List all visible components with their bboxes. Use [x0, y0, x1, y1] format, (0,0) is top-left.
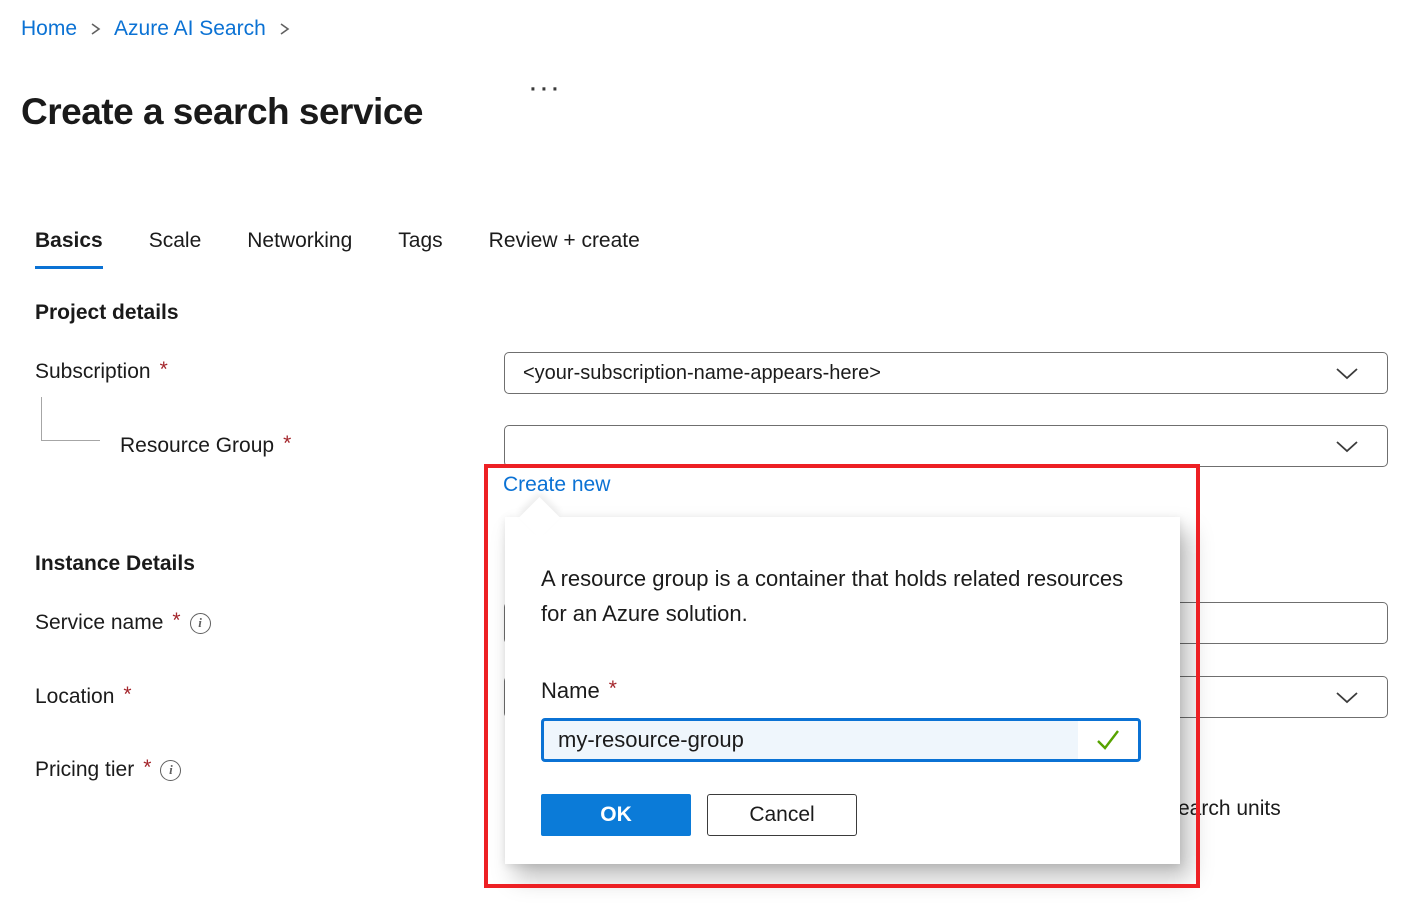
breadcrumb-link-home[interactable]: Home	[21, 17, 77, 41]
breadcrumb-chevron-icon	[89, 21, 102, 37]
tab-scale[interactable]: Scale	[149, 229, 202, 269]
chevron-down-icon	[1335, 439, 1369, 454]
popup-name-label-text: Name	[541, 678, 600, 704]
subscription-connector-line	[41, 440, 100, 441]
required-asterisk: *	[160, 358, 168, 382]
create-search-service-page: Home Azure AI Search Create a search ser…	[0, 0, 1414, 920]
required-asterisk: *	[283, 432, 291, 456]
more-options-button[interactable]: ···	[530, 78, 563, 102]
tab-bar: Basics Scale Networking Tags Review + cr…	[35, 229, 640, 269]
tab-basics[interactable]: Basics	[35, 229, 103, 269]
required-asterisk: *	[172, 609, 180, 633]
service-name-label-text: Service name	[35, 611, 163, 635]
ok-button[interactable]: OK	[541, 794, 691, 836]
tab-tags[interactable]: Tags	[398, 229, 442, 269]
breadcrumb: Home Azure AI Search	[21, 17, 291, 41]
info-icon[interactable]	[160, 760, 181, 781]
subscription-label: Subscription *	[35, 360, 168, 384]
resource-group-label-text: Resource Group	[120, 434, 274, 458]
subscription-connector-line	[41, 397, 42, 440]
location-label-text: Location	[35, 685, 114, 709]
resource-group-label: Resource Group *	[120, 434, 291, 458]
location-label: Location *	[35, 685, 132, 709]
info-icon[interactable]	[190, 613, 211, 634]
create-new-resource-group-popup: A resource group is a container that hol…	[505, 517, 1180, 864]
popup-description: A resource group is a container that hol…	[541, 561, 1126, 631]
chevron-down-icon	[1335, 690, 1369, 705]
resource-group-name-input[interactable]	[544, 721, 1078, 759]
subscription-label-text: Subscription	[35, 360, 151, 384]
resource-group-name-input-wrap	[541, 718, 1141, 762]
required-asterisk: *	[143, 756, 151, 780]
chevron-down-icon	[1335, 366, 1369, 381]
breadcrumb-chevron-icon	[278, 21, 291, 37]
pricing-tier-partial-text: earch units	[1178, 797, 1281, 821]
pricing-tier-label-text: Pricing tier	[35, 758, 134, 782]
breadcrumb-link-azure-ai-search[interactable]: Azure AI Search	[114, 17, 266, 41]
subscription-dropdown[interactable]: <your-subscription-name-appears-here>	[504, 352, 1388, 394]
instance-details-heading: Instance Details	[35, 552, 195, 576]
create-new-link[interactable]: Create new	[503, 473, 610, 497]
tab-networking[interactable]: Networking	[247, 229, 352, 269]
required-asterisk: *	[609, 677, 617, 701]
popup-button-row: OK Cancel	[541, 794, 1144, 836]
tab-review-create[interactable]: Review + create	[489, 229, 640, 269]
popup-name-label: Name *	[541, 678, 1144, 704]
subscription-dropdown-value: <your-subscription-name-appears-here>	[523, 362, 881, 385]
resource-group-dropdown[interactable]	[504, 425, 1388, 467]
page-title: Create a search service	[21, 91, 423, 133]
validation-checkmark-icon	[1078, 721, 1138, 759]
cancel-button[interactable]: Cancel	[707, 794, 857, 836]
project-details-heading: Project details	[35, 301, 179, 325]
required-asterisk: *	[123, 683, 131, 707]
service-name-label: Service name *	[35, 611, 211, 635]
pricing-tier-label: Pricing tier *	[35, 758, 181, 782]
